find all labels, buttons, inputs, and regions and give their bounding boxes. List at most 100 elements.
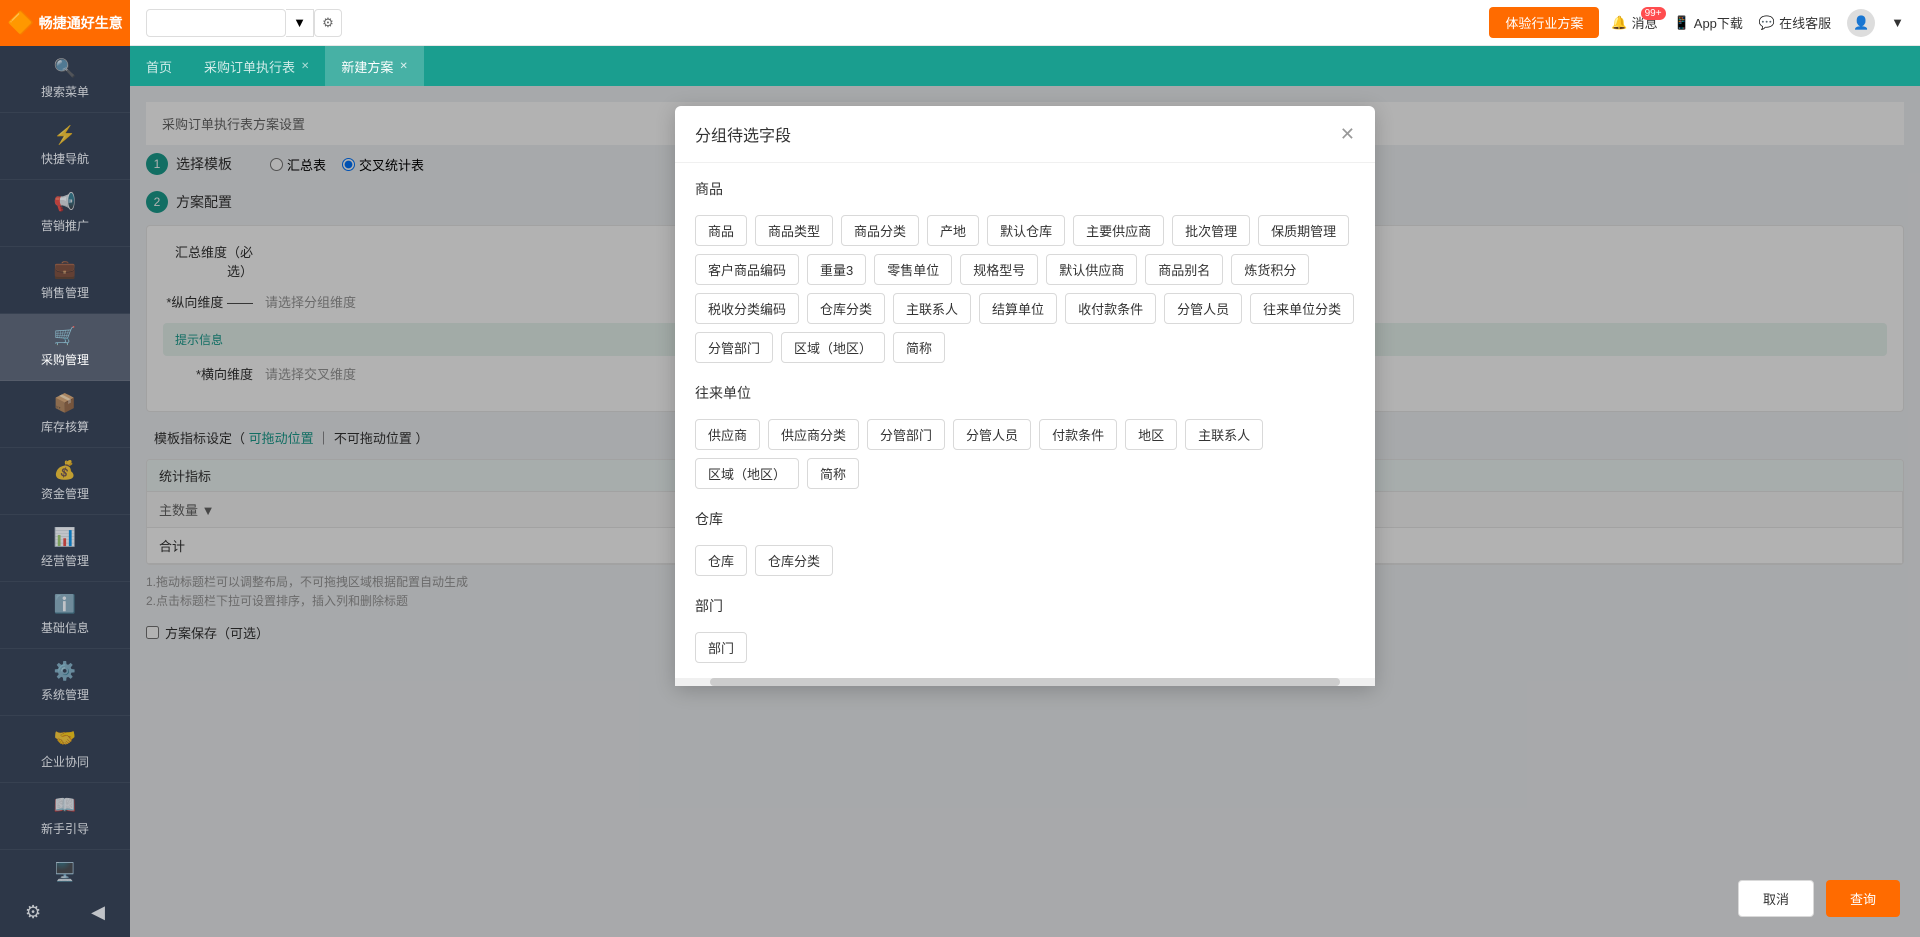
back-bottom-button[interactable]: ◀ bbox=[91, 902, 105, 923]
search-area: ▼ ⚙ bbox=[130, 9, 1477, 37]
field-short-name[interactable]: 简称 bbox=[893, 332, 945, 363]
sidebar-item-search[interactable]: 🔍 搜索菜单 bbox=[0, 46, 130, 113]
field-pay-terms[interactable]: 付款条件 bbox=[1039, 419, 1117, 450]
settings-bottom-button[interactable]: ⚙ bbox=[25, 902, 41, 923]
sidebar-item-system-label: 系统管理 bbox=[41, 686, 89, 703]
field-tax-code[interactable]: 税收分类编码 bbox=[695, 293, 799, 324]
section-dept-title: 部门 bbox=[695, 596, 1355, 620]
app-download-button[interactable]: 📱 App下载 bbox=[1674, 13, 1743, 32]
section-warehouse-title: 仓库 bbox=[695, 509, 1355, 533]
sidebar-item-marketing-label: 营销推广 bbox=[41, 217, 89, 234]
tab-new-plan-close[interactable]: ✕ bbox=[399, 61, 407, 72]
field-goods-category[interactable]: 商品分类 bbox=[841, 215, 919, 246]
logo-icon: 🔶 bbox=[7, 10, 34, 36]
logo-text: 畅捷通好生意 bbox=[39, 13, 123, 33]
download-icon: 📱 bbox=[1674, 15, 1690, 31]
top-right-area: 🔔 消息 99+ 📱 App下载 💬 在线客服 👤 ▼ bbox=[1611, 9, 1920, 37]
enterprise-icon: 🤝 bbox=[54, 728, 76, 749]
sidebar-item-finance[interactable]: 💰 资金管理 bbox=[0, 448, 130, 515]
field-area[interactable]: 地区 bbox=[1125, 419, 1177, 450]
section-warehouse: 仓库 仓库 仓库分类 bbox=[695, 509, 1355, 576]
user-menu[interactable]: ▼ bbox=[1891, 15, 1904, 30]
field-warehouse-cat[interactable]: 仓库分类 bbox=[755, 545, 833, 576]
field-retail-unit[interactable]: 零售单位 bbox=[874, 254, 952, 285]
field-partner-contact[interactable]: 主联系人 bbox=[1185, 419, 1263, 450]
field-supplier[interactable]: 供应商 bbox=[695, 419, 760, 450]
notification-button[interactable]: 🔔 消息 99+ bbox=[1611, 13, 1657, 32]
field-partner-supervisor[interactable]: 分管人员 bbox=[953, 419, 1031, 450]
sidebar-item-basic-info[interactable]: ℹ️ 基础信息 bbox=[0, 582, 130, 649]
field-dept-managed[interactable]: 分管部门 bbox=[695, 332, 773, 363]
tab-purchase-close[interactable]: ✕ bbox=[301, 61, 309, 72]
tab-home[interactable]: 首页 bbox=[130, 46, 188, 86]
tab-purchase-execution[interactable]: 采购订单执行表 ✕ bbox=[188, 46, 325, 86]
sidebar-item-search-label: 搜索菜单 bbox=[41, 83, 89, 100]
field-region[interactable]: 区域（地区） bbox=[781, 332, 885, 363]
field-supplier-category[interactable]: 供应商分类 bbox=[768, 419, 859, 450]
field-goods-alias[interactable]: 商品别名 bbox=[1145, 254, 1223, 285]
modal-body: 商品 商品 商品类型 商品分类 产地 默认仓库 主要供应商 批次管理 保质期管理… bbox=[675, 163, 1375, 678]
notification-badge: 99+ bbox=[1641, 7, 1666, 20]
field-default-warehouse[interactable]: 默认仓库 bbox=[987, 215, 1065, 246]
field-goods-type[interactable]: 商品类型 bbox=[755, 215, 833, 246]
tab-new-plan-label: 新建方案 bbox=[341, 57, 393, 76]
horizontal-scrollbar[interactable] bbox=[675, 678, 1375, 686]
sidebar-item-inventory[interactable]: 📦 库存核算 bbox=[0, 381, 130, 448]
field-partner-category[interactable]: 往来单位分类 bbox=[1250, 293, 1354, 324]
sidebar-item-purchase[interactable]: 🛒 采购管理 bbox=[0, 314, 130, 381]
sidebar-item-operations[interactable]: 📊 经营管理 bbox=[0, 515, 130, 582]
tab-purchase-label: 采购订单执行表 bbox=[204, 57, 295, 76]
sidebar-item-enterprise[interactable]: 🤝 企业协同 bbox=[0, 716, 130, 783]
avatar[interactable]: 👤 bbox=[1847, 9, 1875, 37]
field-shelf-life[interactable]: 保质期管理 bbox=[1258, 215, 1349, 246]
field-spec-model[interactable]: 规格型号 bbox=[960, 254, 1038, 285]
warehouse-fields: 仓库 仓库分类 bbox=[695, 545, 1355, 576]
field-weight3[interactable]: 重量3 bbox=[807, 254, 866, 285]
search-input[interactable] bbox=[146, 9, 286, 37]
field-payment-terms[interactable]: 收付款条件 bbox=[1065, 293, 1156, 324]
sidebar-item-guide[interactable]: 📖 新手引导 bbox=[0, 783, 130, 850]
field-main-supplier[interactable]: 主要供应商 bbox=[1073, 215, 1164, 246]
confirm-button[interactable]: 查询 bbox=[1826, 880, 1900, 917]
field-partner-short[interactable]: 简称 bbox=[807, 458, 859, 489]
field-default-supplier[interactable]: 默认供应商 bbox=[1046, 254, 1137, 285]
sidebar-item-marketing[interactable]: 📢 营销推广 bbox=[0, 180, 130, 247]
cancel-button[interactable]: 取消 bbox=[1738, 880, 1814, 917]
inventory-icon: 📦 bbox=[54, 393, 76, 414]
purchase-icon: 🛒 bbox=[54, 326, 76, 347]
field-refine-points[interactable]: 炼货积分 bbox=[1231, 254, 1309, 285]
field-settlement-unit[interactable]: 结算单位 bbox=[979, 293, 1057, 324]
field-goods[interactable]: 商品 bbox=[695, 215, 747, 246]
section-dept: 部门 部门 bbox=[695, 596, 1355, 663]
field-warehouse[interactable]: 仓库 bbox=[695, 545, 747, 576]
online-service-button[interactable]: 💬 在线客服 bbox=[1759, 13, 1831, 32]
search-dropdown[interactable]: ▼ bbox=[286, 9, 314, 37]
field-batch-mgmt[interactable]: 批次管理 bbox=[1172, 215, 1250, 246]
sidebar-item-sales[interactable]: 💼 销售管理 bbox=[0, 247, 130, 314]
app-center-icon: 🖥️ bbox=[54, 862, 76, 883]
field-customer-code[interactable]: 客户商品编码 bbox=[695, 254, 799, 285]
field-partner-dept[interactable]: 分管部门 bbox=[867, 419, 945, 450]
sidebar-item-sales-label: 销售管理 bbox=[41, 284, 89, 301]
settings-button[interactable]: ⚙ bbox=[314, 9, 342, 37]
tab-new-plan[interactable]: 新建方案 ✕ bbox=[325, 46, 423, 86]
sidebar-item-quick-nav[interactable]: ⚡ 快捷导航 bbox=[0, 113, 130, 180]
field-dept[interactable]: 部门 bbox=[695, 632, 747, 663]
marketing-icon: 📢 bbox=[54, 192, 76, 213]
bottom-action-bar: 取消 查询 bbox=[1738, 880, 1900, 917]
trial-button[interactable]: 体验行业方案 bbox=[1489, 7, 1599, 38]
field-supervisor[interactable]: 分管人员 bbox=[1164, 293, 1242, 324]
horizontal-scrollbar-thumb bbox=[710, 678, 1340, 686]
modal-close-button[interactable]: ✕ bbox=[1340, 124, 1355, 145]
field-origin[interactable]: 产地 bbox=[927, 215, 979, 246]
field-warehouse-category[interactable]: 仓库分类 bbox=[807, 293, 885, 324]
sidebar-item-system[interactable]: ⚙️ 系统管理 bbox=[0, 649, 130, 716]
sidebar: 🔍 搜索菜单 ⚡ 快捷导航 📢 营销推广 💼 销售管理 🛒 采购管理 📦 库存核… bbox=[0, 46, 130, 937]
operations-icon: 📊 bbox=[54, 527, 76, 548]
sidebar-item-purchase-label: 采购管理 bbox=[41, 351, 89, 368]
field-main-contact[interactable]: 主联系人 bbox=[893, 293, 971, 324]
top-actions: 体验行业方案 bbox=[1477, 7, 1611, 38]
field-partner-region[interactable]: 区域（地区） bbox=[695, 458, 799, 489]
goods-fields: 商品 商品类型 商品分类 产地 默认仓库 主要供应商 批次管理 保质期管理 客户… bbox=[695, 215, 1355, 363]
sidebar-item-inventory-label: 库存核算 bbox=[41, 418, 89, 435]
